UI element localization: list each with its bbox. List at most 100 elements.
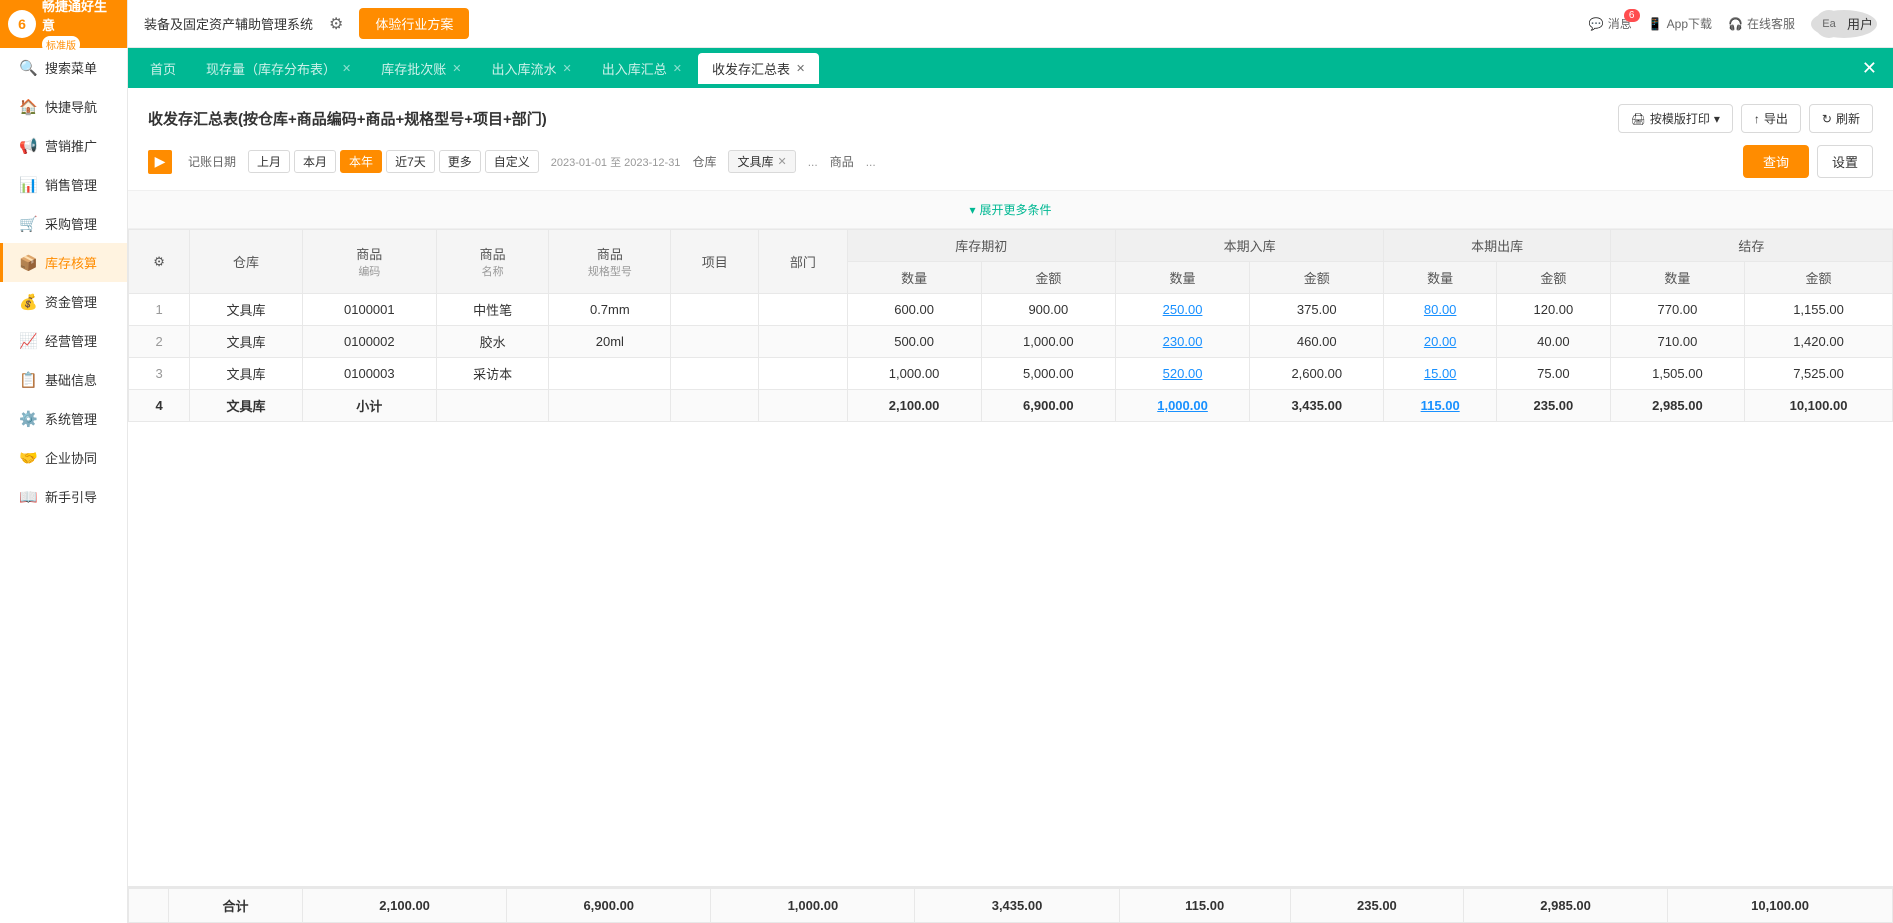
setting-button[interactable]: 设置 xyxy=(1817,145,1873,178)
sidebar-item-operation[interactable]: 📈 经营管理 xyxy=(0,321,127,360)
sidebar-item-inventory[interactable]: 📦 库存核算 xyxy=(0,243,127,282)
refresh-button[interactable]: ↻ 刷新 xyxy=(1809,104,1873,133)
date-btn-custom[interactable]: 自定义 xyxy=(485,150,539,173)
sidebar-item-corp[interactable]: 🤝 企业协同 xyxy=(0,438,127,477)
sidebar-item-purchase[interactable]: 🛒 采购管理 xyxy=(0,204,127,243)
col-in-header: 本期入库 xyxy=(1115,230,1383,262)
app-download-button[interactable]: 📱 App下载 xyxy=(1648,15,1712,32)
row-no: 2 xyxy=(129,326,190,358)
warehouse-tag[interactable]: 文具库 ✕ xyxy=(728,150,795,173)
row-spec: 20ml xyxy=(549,326,671,358)
warehouse-more-btn[interactable]: ... xyxy=(808,155,818,169)
row-name: 中性笔 xyxy=(436,294,548,326)
gear-button[interactable]: ⚙ xyxy=(329,14,343,34)
tab-summary[interactable]: 出入库汇总 ✕ xyxy=(588,53,696,84)
print-button[interactable]: 🖨 按模版打印 ▾ xyxy=(1618,104,1733,133)
online-service-button[interactable]: 🎧 在线客服 xyxy=(1728,15,1795,32)
col-in-qty-header: 数量 xyxy=(1115,262,1249,294)
col-spec-header: 商品规格型号 xyxy=(549,230,671,294)
footer-total: 合计 2,100.00 6,900.00 1,000.00 3,435.00 1… xyxy=(128,886,1893,923)
tab-close-stock-dist[interactable]: ✕ xyxy=(342,62,351,75)
table-row: 1 文具库 0100001 中性笔 0.7mm 600.00 900.00 25… xyxy=(129,294,1893,326)
row-in-qty-link[interactable]: 250.00 xyxy=(1115,294,1249,326)
row-opening-amt: 900.00 xyxy=(981,294,1115,326)
message-button[interactable]: 💬 消息 6 xyxy=(1589,15,1632,32)
date-btn-more[interactable]: 更多 xyxy=(439,150,481,173)
warehouse-tag-close[interactable]: ✕ xyxy=(777,155,786,168)
query-button[interactable]: 查询 xyxy=(1743,145,1809,178)
row-in-qty-link[interactable]: 230.00 xyxy=(1115,326,1249,358)
row-opening-amt: 5,000.00 xyxy=(981,358,1115,390)
total-in-qty: 1,000.00 xyxy=(711,889,915,923)
tab-home[interactable]: 首页 xyxy=(136,53,190,84)
refresh-icon: ↻ xyxy=(1822,112,1832,126)
subtotal-opening-qty: 2,100.00 xyxy=(847,390,981,422)
guide-icon: 📖 xyxy=(19,488,37,506)
row-out-qty-link[interactable]: 80.00 xyxy=(1384,294,1497,326)
tab-recv-send[interactable]: 收发存汇总表 ✕ xyxy=(698,53,819,84)
sidebar-item-basic[interactable]: 📋 基础信息 xyxy=(0,360,127,399)
subtotal-out-qty[interactable]: 115.00 xyxy=(1384,390,1497,422)
tab-stock-dist[interactable]: 现存量（库存分布表） ✕ xyxy=(192,53,365,84)
row-dept xyxy=(759,358,847,390)
row-out-amt: 75.00 xyxy=(1496,358,1610,390)
subtotal-in-qty[interactable]: 1,000.00 xyxy=(1115,390,1249,422)
sidebar-item-system[interactable]: ⚙️ 系统管理 xyxy=(0,399,127,438)
purchase-icon: 🛒 xyxy=(19,215,37,233)
tab-close-recv-send[interactable]: ✕ xyxy=(796,62,805,75)
date-btn-this-year[interactable]: 本年 xyxy=(340,150,382,173)
sidebar-item-sales[interactable]: 📊 销售管理 xyxy=(0,165,127,204)
row-code: 0100001 xyxy=(302,294,436,326)
row-opening-qty: 600.00 xyxy=(847,294,981,326)
date-btn-this-month[interactable]: 本月 xyxy=(294,150,336,173)
tab-close-batch[interactable]: ✕ xyxy=(452,62,461,75)
warehouse-label: 仓库 xyxy=(692,153,716,170)
product-more-btn[interactable]: ... xyxy=(866,155,876,169)
avatar[interactable]: Ea 用户 xyxy=(1811,10,1877,38)
sidebar-item-guide[interactable]: 📖 新手引导 xyxy=(0,477,127,516)
filter-toggle-button[interactable]: ▶ xyxy=(148,150,172,174)
marketing-icon: 📢 xyxy=(19,137,37,155)
logo-text: 畅捷通好生意 标准版 xyxy=(42,0,119,53)
subtotal-col5 xyxy=(549,390,671,422)
row-out-qty-link[interactable]: 15.00 xyxy=(1384,358,1497,390)
expand-conditions-button[interactable]: ▾ 展开更多条件 xyxy=(969,197,1051,222)
row-project xyxy=(671,358,759,390)
row-closing-amt: 1,155.00 xyxy=(1745,294,1893,326)
col-out-header: 本期出库 xyxy=(1384,230,1610,262)
message-icon: 💬 xyxy=(1589,17,1604,31)
subtotal-no: 4 xyxy=(129,390,190,422)
message-badge: 6 xyxy=(1624,9,1640,22)
row-project xyxy=(671,294,759,326)
subtotal-warehouse: 文具库 xyxy=(190,390,302,422)
tab-close-summary[interactable]: ✕ xyxy=(673,62,682,75)
tab-flow[interactable]: 出入库流水 ✕ xyxy=(477,53,585,84)
sidebar-item-finance[interactable]: 💰 资金管理 xyxy=(0,282,127,321)
total-opening-amt: 6,900.00 xyxy=(507,889,711,923)
export-button[interactable]: ↑ 导出 xyxy=(1741,104,1801,133)
table-wrap: ⚙ 仓库 商品编码 商品名称 商品规格型号 项目 部门 库存期初 本期入库 本期… xyxy=(128,229,1893,886)
subtotal-col4 xyxy=(436,390,548,422)
col-project-header: 项目 xyxy=(671,230,759,294)
subtotal-out-amt: 235.00 xyxy=(1496,390,1610,422)
col-settings-header[interactable]: ⚙ xyxy=(129,230,190,294)
try-industry-button[interactable]: 体验行业方案 xyxy=(359,8,469,39)
row-in-qty-link[interactable]: 520.00 xyxy=(1115,358,1249,390)
subtotal-col7 xyxy=(759,390,847,422)
subtotal-closing-qty: 2,985.00 xyxy=(1610,390,1744,422)
total-in-amt: 3,435.00 xyxy=(915,889,1119,923)
tab-close-flow[interactable]: ✕ xyxy=(563,62,572,75)
total-out-qty: 115.00 xyxy=(1119,889,1290,923)
sidebar-item-quick-nav[interactable]: 🏠 快捷导航 xyxy=(0,87,127,126)
sidebar-item-search[interactable]: 🔍 搜索菜单 xyxy=(0,48,127,87)
date-btn-7days[interactable]: 近7天 xyxy=(386,150,435,173)
subtotal-closing-amt: 10,100.00 xyxy=(1745,390,1893,422)
col-out-qty-header: 数量 xyxy=(1384,262,1497,294)
table-row: 2 文具库 0100002 胶水 20ml 500.00 1,000.00 23… xyxy=(129,326,1893,358)
sidebar-item-marketing[interactable]: 📢 营销推广 xyxy=(0,126,127,165)
finance-icon: 💰 xyxy=(19,293,37,311)
date-btn-last-month[interactable]: 上月 xyxy=(248,150,290,173)
close-tab-area-button[interactable]: ✕ xyxy=(1854,58,1885,79)
row-out-qty-link[interactable]: 20.00 xyxy=(1384,326,1497,358)
tab-batch[interactable]: 库存批次账 ✕ xyxy=(367,53,475,84)
